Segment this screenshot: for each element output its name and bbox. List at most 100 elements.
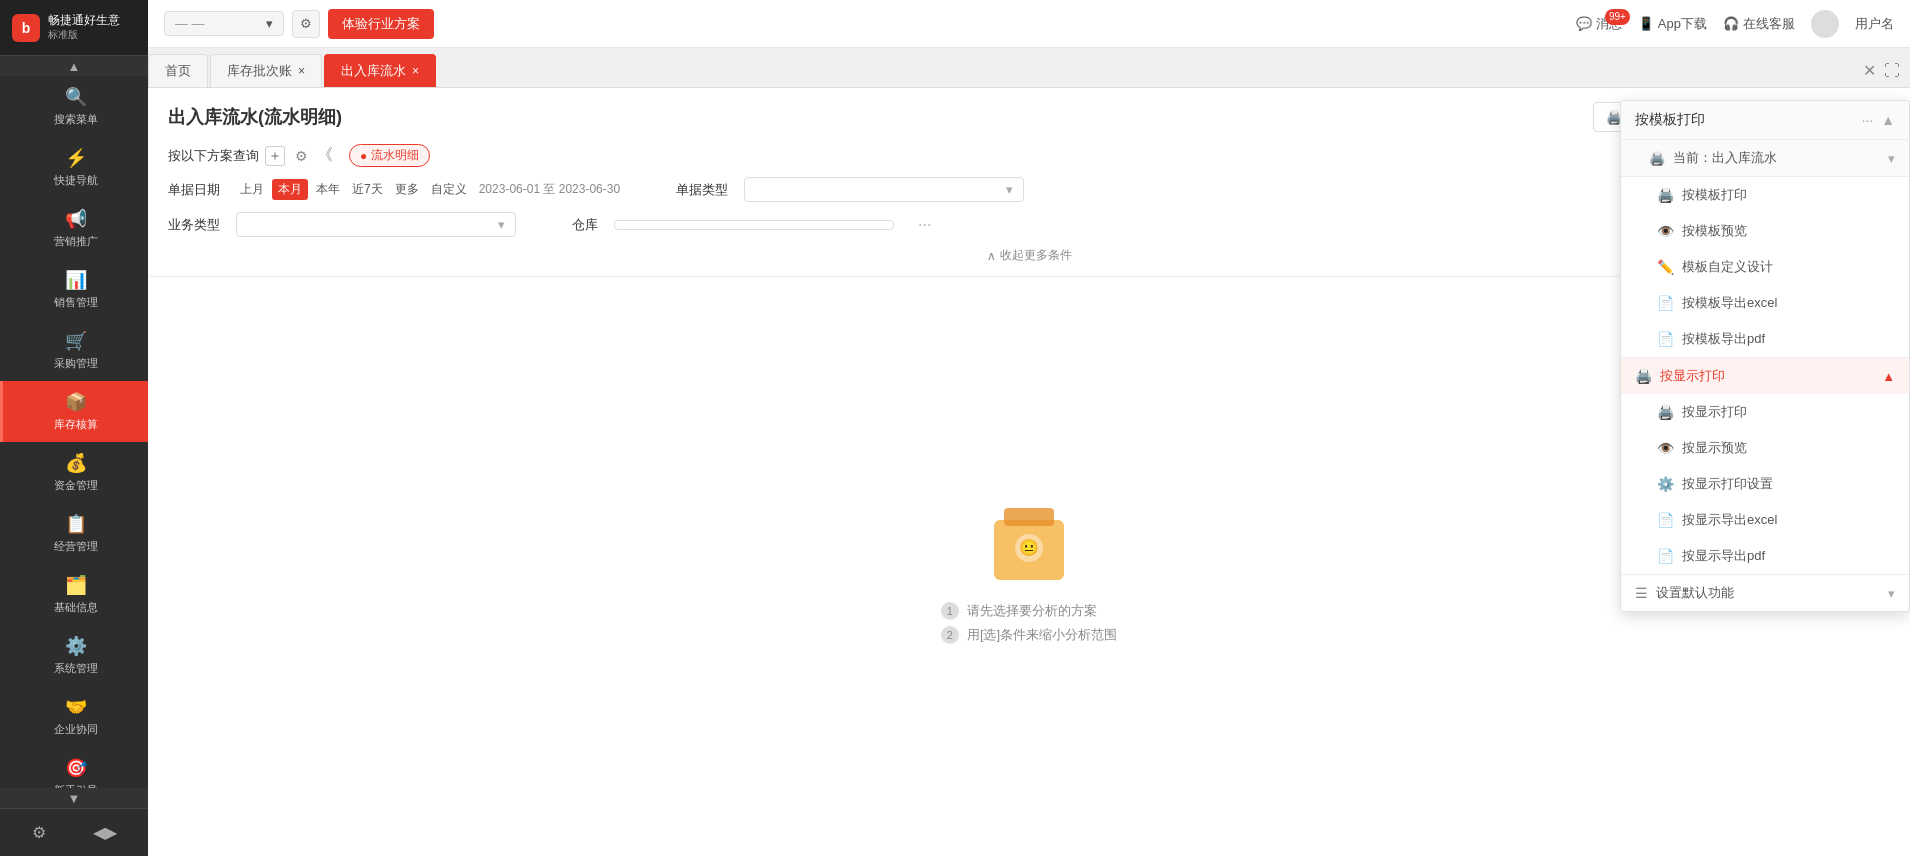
- filter-setting-button[interactable]: ⚙: [291, 146, 311, 166]
- dropdown-display-print-setting[interactable]: ⚙️ 按显示打印设置: [1621, 466, 1909, 502]
- date-btn-more[interactable]: 更多: [391, 179, 423, 200]
- app-download-button[interactable]: 📱 App下载: [1638, 15, 1707, 33]
- sidebar-item-label-operation: 经营管理: [54, 539, 98, 554]
- online-service-label: 在线客服: [1743, 15, 1795, 33]
- current-template-item[interactable]: 🖨️ 当前：出入库流水 ▾: [1621, 140, 1909, 176]
- sidebar-item-label-inventory: 库存核算: [54, 417, 98, 432]
- date-field: 上月 本月 本年 近7天 更多 自定义 2023-06-01 至 2023-06…: [236, 179, 620, 200]
- sidebar-item-label-marketing: 营销推广: [54, 234, 98, 249]
- inventory-icon: 📦: [65, 391, 87, 413]
- marketing-icon: 📢: [65, 208, 87, 230]
- business-type-select[interactable]: ▾: [236, 212, 516, 237]
- sidebar-item-basic[interactable]: 🗂️ 基础信息: [0, 564, 148, 625]
- display-print-group-label: 按显示打印: [1660, 367, 1725, 385]
- dropdown-template-export-excel[interactable]: 📄 按模板导出excel: [1621, 285, 1909, 321]
- dropdown-display-preview[interactable]: 👁️ 按显示预览: [1621, 430, 1909, 466]
- dropdown-up-icon[interactable]: ▲: [1881, 112, 1895, 128]
- logo-text-group: 畅捷通好生意 标准版: [48, 13, 120, 43]
- display-print-icon: 🖨️: [1657, 404, 1674, 420]
- doc-type-select[interactable]: ▾: [744, 177, 1024, 202]
- sidebar-item-guide[interactable]: 🎯 新手引导: [0, 747, 148, 788]
- warehouse-more-button[interactable]: ···: [918, 216, 931, 234]
- collapse-more-button[interactable]: ∧ 收起更多条件: [987, 247, 1072, 264]
- dropdown-display-print[interactable]: 🖨️ 按显示打印: [1621, 394, 1909, 430]
- sidebar-item-label-sales: 销售管理: [54, 295, 98, 310]
- sidebar-item-finance[interactable]: 💰 资金管理: [0, 442, 148, 503]
- dropdown-title: 按模板打印: [1635, 111, 1705, 129]
- sidebar-item-quick-nav[interactable]: ⚡ 快捷导航: [0, 137, 148, 198]
- footer-settings-label: 设置默认功能: [1656, 584, 1734, 602]
- sidebar-scroll-up[interactable]: ▲: [0, 56, 148, 76]
- dropdown-footer-item[interactable]: ☰ 设置默认功能 ▾: [1621, 575, 1909, 611]
- sidebar-item-operation[interactable]: 📋 经营管理: [0, 503, 148, 564]
- sidebar-item-system[interactable]: ⚙️ 系统管理: [0, 625, 148, 686]
- collapse-icon[interactable]: ◀▶: [93, 823, 117, 842]
- filter-tag-label: 流水明细: [371, 147, 419, 164]
- sidebar-scroll-down[interactable]: ▼: [0, 788, 148, 808]
- topbar-gear-button[interactable]: ⚙: [292, 10, 320, 38]
- message-icon: 💬: [1576, 16, 1592, 31]
- sidebar-item-sales[interactable]: 📊 销售管理: [0, 259, 148, 320]
- tab-batch-ledger-close[interactable]: ×: [298, 64, 305, 78]
- tab-in-out-flow[interactable]: 出入库流水 ×: [324, 54, 436, 87]
- dropdown-template-preview[interactable]: 👁️ 按模板预览: [1621, 213, 1909, 249]
- tab-home[interactable]: 首页: [148, 54, 208, 87]
- template-print-item-label: 按模板打印: [1682, 186, 1747, 204]
- template-preview-icon: 👁️: [1657, 223, 1674, 239]
- date-btn-last-month[interactable]: 上月: [236, 179, 268, 200]
- message-button[interactable]: 💬 消息 99+: [1576, 15, 1622, 33]
- warehouse-select[interactable]: [614, 220, 894, 230]
- empty-steps: 1 请先选择要分析的方案 2 用[选]条件来缩小分析范围: [941, 602, 1117, 644]
- industry-solution-button[interactable]: 体验行业方案: [328, 9, 434, 39]
- tab-in-out-flow-close[interactable]: ×: [412, 64, 419, 78]
- display-export-pdf-label: 按显示导出pdf: [1682, 547, 1765, 565]
- tab-batch-ledger[interactable]: 库存批次账 ×: [210, 54, 322, 87]
- current-template-arrow: ▾: [1888, 151, 1895, 166]
- settings-icon[interactable]: ⚙: [32, 823, 46, 842]
- sidebar-footer: ⚙ ◀▶: [0, 808, 148, 856]
- display-print-group-header[interactable]: 🖨️ 按显示打印 ▲: [1621, 358, 1909, 394]
- display-print-setting-icon: ⚙️: [1657, 476, 1674, 492]
- dropdown-display-export-pdf[interactable]: 📄 按显示导出pdf: [1621, 538, 1909, 574]
- current-template-label: 当前：出入库流水: [1673, 149, 1777, 167]
- dropdown-template-print[interactable]: 🖨️ 按模板打印: [1621, 177, 1909, 213]
- mobile-icon: 📱: [1638, 16, 1654, 31]
- display-export-excel-label: 按显示导出excel: [1682, 511, 1777, 529]
- logo-name: 畅捷通好生意: [48, 13, 120, 29]
- filter-tag-icon: ●: [360, 149, 367, 163]
- template-custom-label: 模板自定义设计: [1682, 258, 1773, 276]
- doc-type-chevron: ▾: [1006, 182, 1013, 197]
- date-btn-this-month[interactable]: 本月: [272, 179, 308, 200]
- sidebar-item-inventory[interactable]: 📦 库存核算: [0, 381, 148, 442]
- step-2-text: 用[选]条件来缩小分析范围: [967, 626, 1117, 644]
- sidebar-item-search[interactable]: 🔍 搜索菜单: [0, 76, 148, 137]
- search-icon: 🔍: [65, 86, 87, 108]
- filter-tag-flow[interactable]: ● 流水明细: [349, 144, 430, 167]
- tab-close-all-icon[interactable]: ✕: [1863, 61, 1876, 80]
- message-badge: 99+: [1605, 9, 1630, 25]
- dropdown-display-export-excel[interactable]: 📄 按显示导出excel: [1621, 502, 1909, 538]
- sidebar-item-label-basic: 基础信息: [54, 600, 98, 615]
- filter-collapse-button[interactable]: 《: [317, 145, 333, 166]
- sidebar-item-label-cooperation: 企业协同: [54, 722, 98, 737]
- system-icon: ⚙️: [65, 635, 87, 657]
- user-selector[interactable]: — — ▾: [164, 11, 284, 36]
- date-btn-this-year[interactable]: 本年: [312, 179, 344, 200]
- quick-nav-icon: ⚡: [65, 147, 87, 169]
- tab-home-label: 首页: [165, 62, 191, 80]
- main-area: — — ▾ ⚙ 体验行业方案 💬 消息 99+ 📱 App下载 🎧 在线客服 用…: [148, 0, 1910, 856]
- headset-icon: 🎧: [1723, 16, 1739, 31]
- sidebar-item-marketing[interactable]: 📢 营销推广: [0, 198, 148, 259]
- dropdown-dots-icon[interactable]: ···: [1861, 112, 1873, 128]
- online-service-button[interactable]: 🎧 在线客服: [1723, 15, 1795, 33]
- date-btn-7days[interactable]: 近7天: [348, 179, 387, 200]
- dropdown-template-export-pdf[interactable]: 📄 按模板导出pdf: [1621, 321, 1909, 357]
- sidebar-item-purchase[interactable]: 🛒 采购管理: [0, 320, 148, 381]
- tab-maximize-icon[interactable]: ⛶: [1884, 62, 1900, 80]
- filter-add-button[interactable]: ＋: [265, 146, 285, 166]
- avatar[interactable]: [1811, 10, 1839, 38]
- dropdown-template-custom[interactable]: ✏️ 模板自定义设计: [1621, 249, 1909, 285]
- date-btn-custom[interactable]: 自定义: [427, 179, 471, 200]
- sidebar-item-cooperation[interactable]: 🤝 企业协同: [0, 686, 148, 747]
- content-area: 出入库流水(流水明细) 🖨️ 按模板打印 ▲ 📤 导出 🔄 刷新: [148, 88, 1910, 856]
